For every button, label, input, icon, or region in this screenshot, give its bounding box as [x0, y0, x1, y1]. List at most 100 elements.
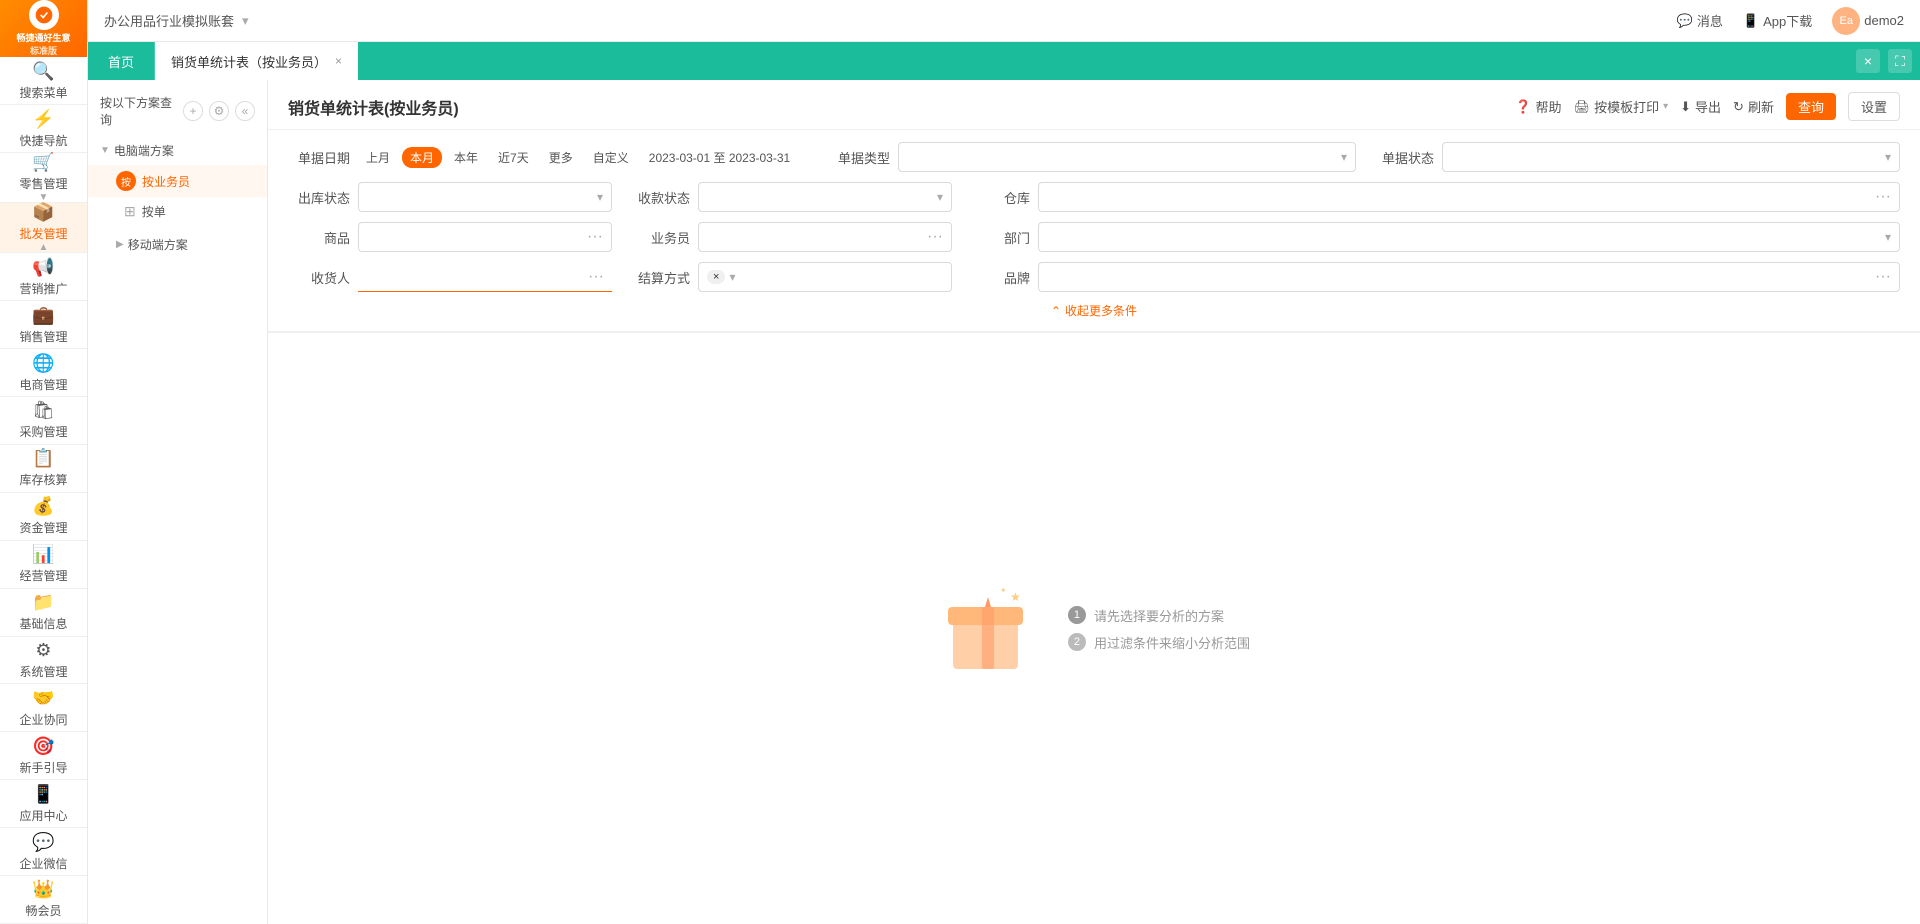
refresh-label: 刷新	[1748, 97, 1774, 116]
tab-home-label: 首页	[108, 52, 134, 71]
mobile-section-header[interactable]: ▶ 移动端方案	[88, 230, 267, 259]
desktop-section: ▼ 电脑端方案 按 按业务员 ⊞ 按单	[88, 136, 267, 226]
sidebar-item-marketing[interactable]: 📢营销推广	[0, 253, 88, 301]
sidebar-item-label-shortcut: 快捷导航	[19, 132, 67, 149]
warehouse-input[interactable]: ···	[1038, 182, 1900, 212]
add-scheme-button[interactable]: +	[183, 101, 203, 121]
help-label: 帮助	[1536, 97, 1562, 116]
scheme-by-staff[interactable]: 按 按业务员	[88, 165, 267, 197]
export-button[interactable]: ⬇ 导出	[1680, 97, 1721, 116]
collapse-button[interactable]: ⌃ 收起更多条件	[288, 302, 1900, 319]
message-label: 消息	[1697, 11, 1723, 30]
brand-label: 品牌	[968, 268, 1038, 287]
payment-arrow: ▾	[729, 270, 735, 284]
date-tab-this-month[interactable]: 本月	[402, 147, 442, 168]
consignee-dots: ···	[588, 269, 604, 285]
sidebar-item-search[interactable]: 🔍搜索菜单	[0, 57, 88, 105]
date-tab-more[interactable]: 更多	[541, 147, 581, 168]
desktop-section-header[interactable]: ▼ 电脑端方案	[88, 136, 267, 165]
consignee-input[interactable]: ···	[358, 262, 612, 292]
payment-tag-x[interactable]: ×	[713, 271, 719, 283]
mobile-arrow-icon: ▶	[116, 239, 124, 250]
sidebar-item-business[interactable]: 📊经营管理	[0, 541, 88, 589]
ecommerce-icon: 🌐	[32, 353, 54, 374]
topbar-dropdown-icon[interactable]: ▾	[242, 13, 249, 29]
message-button[interactable]: 💬 消息	[1677, 11, 1723, 30]
collapse-panel-button[interactable]: «	[235, 101, 255, 121]
collapse-up-icon: ⌃	[1051, 304, 1061, 318]
sidebar-item-wholesale[interactable]: 📦批发管理▲	[0, 203, 88, 253]
page-actions: ❓ 帮助 🖨 按模板打印 ▾ ⬇ 导出 ↻ 刷新	[1515, 92, 1900, 121]
settings-button[interactable]: 设置	[1848, 92, 1900, 121]
tab-home[interactable]: 首页	[88, 42, 155, 80]
help-button[interactable]: ❓ 帮助	[1515, 97, 1561, 116]
print-dropdown-icon[interactable]: ▾	[1663, 101, 1668, 112]
sidebar-item-sales[interactable]: 💼销售管理	[0, 301, 88, 349]
sidebar-item-label-business: 经营管理	[19, 567, 67, 584]
sidebar-item-shortcut[interactable]: ⚡快捷导航	[0, 105, 88, 153]
receipt-status-col: 收款状态 ▾	[628, 182, 968, 212]
date-tab-this-year[interactable]: 本年	[446, 147, 486, 168]
step1-num: 1	[1068, 606, 1086, 624]
date-tab-last-month[interactable]: 上月	[358, 147, 398, 168]
sidebar-item-label-sales: 销售管理	[19, 328, 67, 345]
out-status-col: 出库状态 ▾	[288, 182, 628, 212]
content-area: 按以下方案查询 + ⚙ « ▼ 电脑端方案 按 按业务员 ⊞ 按	[88, 80, 1920, 924]
sidebar-item-enterprise[interactable]: 🤝 企业协同	[0, 684, 88, 732]
desktop-arrow-icon: ▼	[100, 145, 110, 156]
staff-input[interactable]: ···	[698, 222, 952, 252]
sidebar-item-retail[interactable]: 🛒零售管理▼	[0, 153, 88, 203]
refresh-button[interactable]: ↻ 刷新	[1733, 97, 1774, 116]
template-print-button[interactable]: 🖨 按模板打印 ▾	[1574, 97, 1669, 116]
sidebar-item-wechat[interactable]: 💬企业微信	[0, 828, 88, 876]
page-header: 销货单统计表(按业务员) ❓ 帮助 🖨 按模板打印 ▾ ⬇ 导出	[268, 80, 1920, 130]
logo-sub: 标准版	[30, 44, 57, 57]
warehouse-label: 仓库	[968, 188, 1038, 207]
brand-input[interactable]: ···	[1038, 262, 1900, 292]
tab-close-icon[interactable]: ×	[335, 54, 342, 68]
sidebar-item-inventory[interactable]: 📋库存核算	[0, 445, 88, 493]
export-icon: ⬇	[1680, 99, 1691, 115]
sidebar-item-label-enterprise: 企业协同	[19, 711, 67, 728]
sidebar-item-ecommerce[interactable]: 🌐电商管理	[0, 349, 88, 397]
sidebar-item-purchase[interactable]: 🛍采购管理	[0, 397, 88, 445]
date-tab-7-days[interactable]: 近7天	[490, 147, 537, 168]
enterprise-icon: 🤝	[32, 688, 54, 709]
date-tab-custom[interactable]: 自定义	[585, 147, 637, 168]
tabbar: 首页 销货单统计表（按业务员） × × ⛶	[88, 42, 1920, 80]
query-button[interactable]: 查询	[1786, 93, 1836, 120]
sidebar-item-basic[interactable]: 📁基础信息	[0, 589, 88, 637]
system-icon: ⚙	[35, 640, 51, 661]
receipt-status-input[interactable]: ▾	[698, 182, 952, 212]
app-label: App下载	[1763, 11, 1812, 30]
collapse-label: 收起更多条件	[1065, 302, 1137, 319]
goods-input[interactable]: ···	[358, 222, 612, 252]
sidebar-item-newbie[interactable]: 🎯新手引导	[0, 732, 88, 780]
user-profile[interactable]: Ea demo2	[1832, 7, 1904, 35]
sidebar-item-member[interactable]: 👑畅会员	[0, 876, 88, 924]
department-input[interactable]: ▾	[1038, 222, 1900, 252]
goods-dots: ···	[587, 229, 603, 245]
sidebar-item-finance[interactable]: 💰资金管理	[0, 493, 88, 541]
basic-icon: 📁	[32, 592, 54, 613]
warehouse-col: 仓库 ···	[968, 182, 1900, 212]
sidebar-item-apps[interactable]: 📱应用中心	[0, 780, 88, 828]
order-type-input[interactable]: ▾	[898, 142, 1356, 172]
template-print-label: 按模板打印	[1594, 97, 1659, 116]
staff-dots: ···	[927, 229, 943, 245]
logo-icon	[29, 0, 59, 30]
tab-active[interactable]: 销货单统计表（按业务员） ×	[155, 42, 358, 80]
expand-window-button[interactable]: ⛶	[1888, 49, 1912, 73]
out-status-input[interactable]: ▾	[358, 182, 612, 212]
department-label: 部门	[968, 228, 1038, 247]
department-col: 部门 ▾	[968, 222, 1900, 252]
payment-input[interactable]: × ▾	[698, 262, 952, 292]
brand-col: 品牌 ···	[968, 262, 1900, 292]
scheme-by-order[interactable]: ⊞ 按单	[88, 197, 267, 226]
payment-col: 结算方式 × ▾	[628, 262, 968, 292]
order-status-input[interactable]: ▾	[1442, 142, 1900, 172]
settings-scheme-button[interactable]: ⚙	[209, 101, 229, 121]
sidebar-item-system[interactable]: ⚙系统管理	[0, 637, 88, 685]
app-download-button[interactable]: 📱 App下载	[1743, 11, 1812, 30]
close-window-button[interactable]: ×	[1856, 49, 1880, 73]
